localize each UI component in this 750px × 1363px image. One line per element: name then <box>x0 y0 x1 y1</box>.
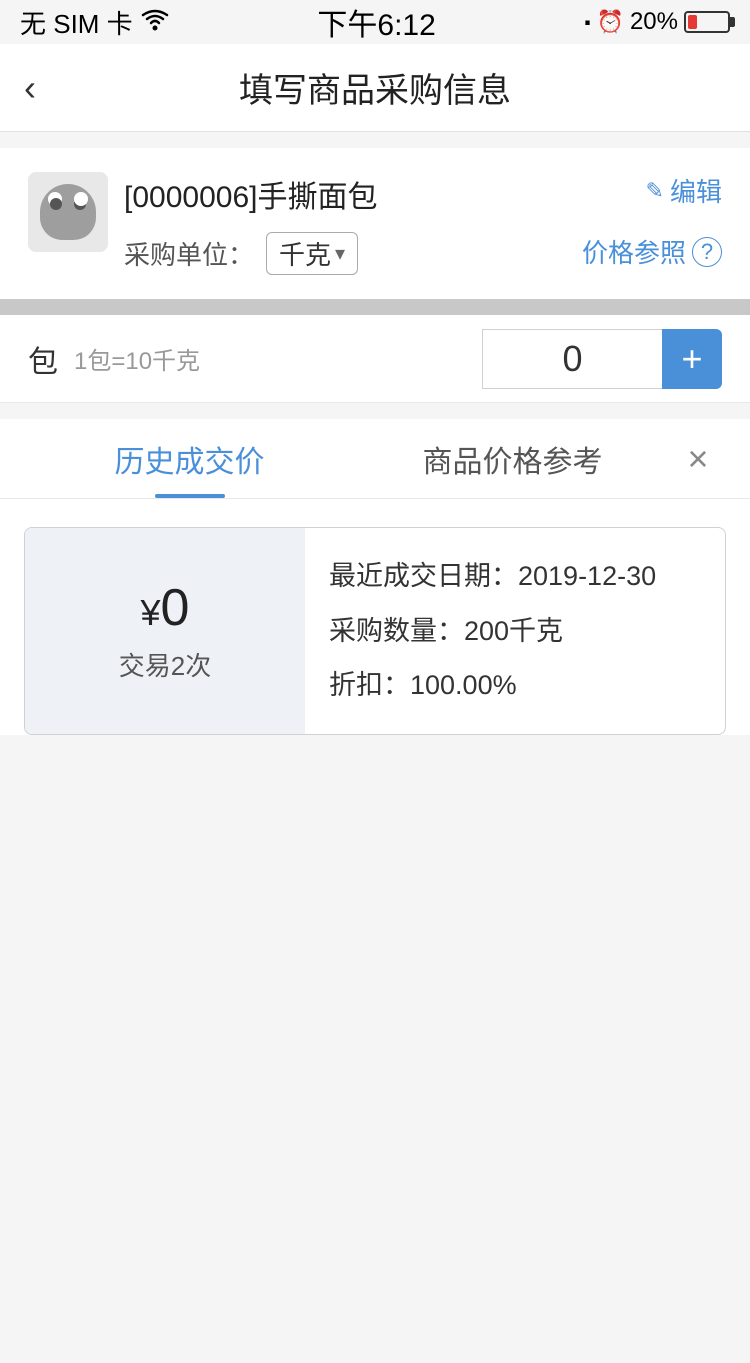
price-value: 0 <box>161 579 190 637</box>
tab-close-button[interactable]: × <box>674 435 722 483</box>
price-card-left: ¥0 交易2次 <box>25 528 305 734</box>
back-button[interactable]: ‹ <box>24 67 36 109</box>
edit-label: 编辑 <box>670 172 722 209</box>
product-left: [0000006]手撕面包 采购单位： 千克 ▾ <box>28 172 377 275</box>
section-divider <box>0 299 750 315</box>
quantity-value: 0 <box>562 338 582 380</box>
price-ref-label: 价格参照 <box>582 233 686 270</box>
discount-row: 折扣：100.00% <box>329 665 701 706</box>
content-area <box>0 763 750 1363</box>
transaction-count: 交易2次 <box>119 646 211 683</box>
edit-icon: ✎ <box>646 178 664 204</box>
quantity-row: 包 1包=10千克 0 + <box>0 315 750 403</box>
quantity-sublabel: 1包=10千克 <box>74 341 200 376</box>
chevron-down-icon: ▾ <box>335 241 345 266</box>
price-display: ¥0 <box>141 578 190 638</box>
quantity-unit: 包 <box>28 337 58 381</box>
yen-symbol: ¥ <box>141 592 161 633</box>
tab-section: 历史成交价 商品价格参考 × ¥0 交易2次 最近成交日期：2019-12-30… <box>0 419 750 735</box>
status-time: 下午6:12 <box>317 0 435 44</box>
wifi-icon <box>141 7 169 38</box>
purchase-quantity-row: 采购数量：200千克 <box>329 611 701 652</box>
nav-bar: ‹ 填写商品采购信息 <box>0 44 750 132</box>
location-icon: ⬝ <box>585 9 591 35</box>
battery-icon <box>684 11 730 33</box>
product-name: [0000006]手撕面包 <box>124 172 377 216</box>
tab-header: 历史成交价 商品价格参考 × <box>0 419 750 499</box>
status-left: 无 SIM 卡 <box>20 4 169 41</box>
discount-label: 折扣： <box>329 670 410 700</box>
recent-date-value: 2019-12-30 <box>518 561 656 591</box>
quantity-input[interactable]: 0 <box>482 329 662 389</box>
edit-button[interactable]: ✎ 编辑 <box>646 172 722 209</box>
product-thumbnail <box>40 184 96 240</box>
quantity-label: 采购数量： <box>329 616 464 646</box>
tab2-label: 商品价格参考 <box>423 437 603 481</box>
battery-fill <box>688 15 698 29</box>
product-header: [0000006]手撕面包 采购单位： 千克 ▾ ✎ 编辑 价格参照 ? <box>28 172 722 275</box>
battery-percent: 20% <box>630 8 678 36</box>
unit-dropdown[interactable]: 千克 ▾ <box>266 232 358 275</box>
tab-history-price[interactable]: 历史成交价 <box>28 419 351 498</box>
unit-label: 采购单位： <box>124 235 254 272</box>
status-bar: 无 SIM 卡 下午6:12 ⬝ ⏰ 20% <box>0 0 750 44</box>
recent-date-row: 最近成交日期：2019-12-30 <box>329 556 701 597</box>
product-info: [0000006]手撕面包 采购单位： 千克 ▾ <box>124 172 377 275</box>
status-right: ⬝ ⏰ 20% <box>585 8 730 36</box>
unit-value: 千克 <box>279 235 331 272</box>
product-image <box>28 172 108 252</box>
quantity-val: 200千克 <box>464 616 563 646</box>
price-card-right: 最近成交日期：2019-12-30 采购数量：200千克 折扣：100.00% <box>305 528 725 734</box>
product-unit-row: 采购单位： 千克 ▾ <box>124 232 377 275</box>
discount-value: 100.00% <box>410 670 517 700</box>
product-card: [0000006]手撕面包 采购单位： 千克 ▾ ✎ 编辑 价格参照 ? <box>0 148 750 299</box>
price-card: ¥0 交易2次 最近成交日期：2019-12-30 采购数量：200千克 折扣：… <box>24 527 726 735</box>
tab-active-indicator <box>155 494 225 498</box>
tab-product-price[interactable]: 商品价格参考 <box>351 419 674 498</box>
recent-date-label: 最近成交日期： <box>329 561 518 591</box>
quantity-plus-button[interactable]: + <box>662 329 722 389</box>
carrier-text: 无 SIM 卡 <box>20 4 133 41</box>
help-icon: ? <box>692 237 722 267</box>
quantity-left: 包 1包=10千克 <box>28 337 200 381</box>
tab1-label: 历史成交价 <box>115 437 265 481</box>
price-ref-button[interactable]: 价格参照 ? <box>582 233 722 270</box>
alarm-icon: ⏰ <box>597 9 624 35</box>
page-title: 填写商品采购信息 <box>239 63 511 112</box>
quantity-right: 0 + <box>482 329 722 389</box>
